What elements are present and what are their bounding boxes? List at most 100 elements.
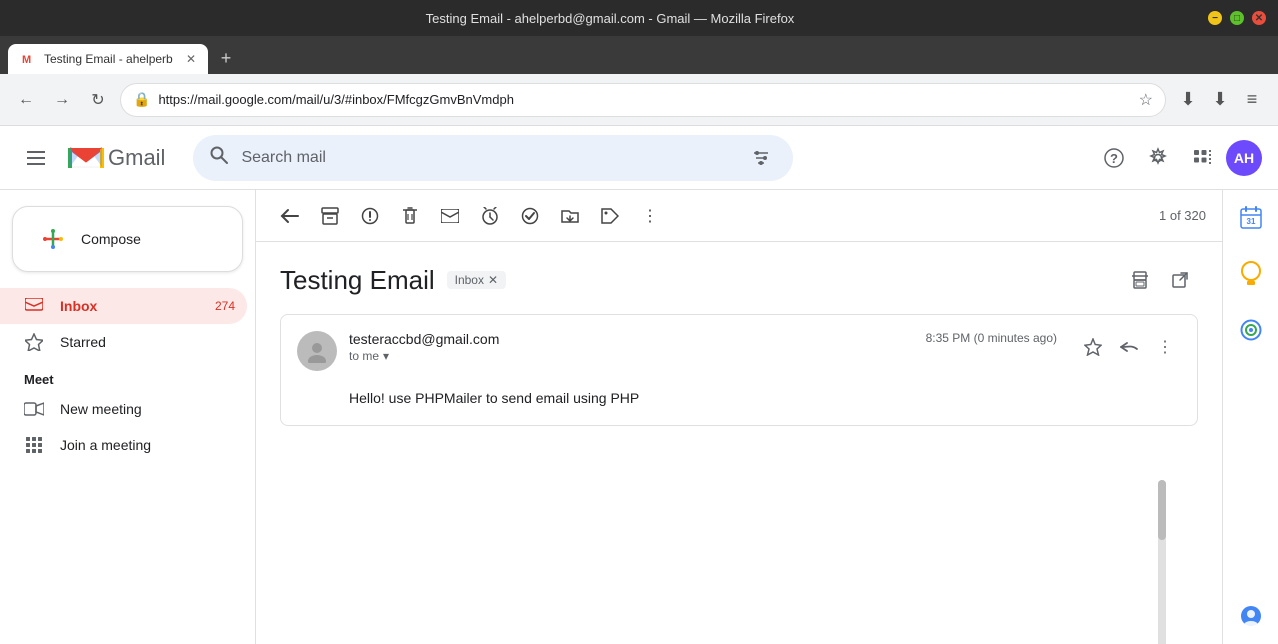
browser-tabbar: M Testing Email - ahelperb ✕ + <box>0 36 1278 74</box>
sidebar-item-starred[interactable]: Starred <box>0 324 247 360</box>
gmail-search-bar[interactable]: Search mail <box>193 135 793 181</box>
sender-info: testeraccbd@gmail.com to me ▾ <box>349 331 914 363</box>
menu-icon[interactable]: ≡ <box>1238 86 1266 114</box>
pocket-icon[interactable]: ⬇ <box>1174 86 1202 114</box>
to-expand-icon[interactable]: ▾ <box>383 349 389 363</box>
hamburger-menu-button[interactable] <box>16 138 56 178</box>
delete-button[interactable] <box>392 198 428 234</box>
google-contacts-button[interactable] <box>1231 596 1271 636</box>
close-button[interactable]: ✕ <box>1252 11 1266 25</box>
nav-right-buttons: ⬇ ⬇ ≡ <box>1174 86 1266 114</box>
email-body: Hello! use PHPMailer to send email using… <box>297 387 1181 409</box>
join-meeting-label: Join a meeting <box>60 437 151 453</box>
sidebar-item-inbox[interactable]: Inbox 274 <box>0 288 247 324</box>
tab-title: Testing Email - ahelperb <box>44 52 178 66</box>
svg-text:M: M <box>22 54 31 66</box>
more-email-options-button[interactable]: ⋮ <box>1149 331 1181 363</box>
starred-label: Starred <box>60 334 235 350</box>
sender-to: to me ▾ <box>349 349 914 363</box>
gmail-right-sidebar: 31 <box>1222 190 1278 644</box>
security-icon: 🔒 <box>133 91 150 108</box>
bookmark-icon[interactable]: ☆ <box>1139 90 1153 110</box>
join-meeting-icon <box>24 435 44 455</box>
email-scrollbar[interactable] <box>1158 480 1166 644</box>
apps-button[interactable] <box>1182 138 1222 178</box>
tab-favicon: M <box>20 51 36 67</box>
address-bar[interactable]: 🔒 https://mail.google.com/mail/u/3/#inbo… <box>120 83 1166 117</box>
google-keep-button[interactable] <box>1231 254 1271 294</box>
meet-section-label: Meet <box>0 360 255 391</box>
compose-button[interactable]: Compose <box>12 206 243 272</box>
inbox-tag: Inbox ✕ <box>447 271 506 289</box>
account-avatar[interactable]: AH <box>1226 140 1262 176</box>
sidebar-item-new-meeting[interactable]: New meeting <box>0 391 255 427</box>
browser-title: Testing Email - ahelperbd@gmail.com - Gm… <box>12 11 1208 26</box>
sender-actions: ⋮ <box>1077 331 1181 363</box>
browser-titlebar: Testing Email - ahelperbd@gmail.com - Gm… <box>0 0 1278 36</box>
email-subject-row: Testing Email Inbox ✕ <box>280 262 1198 298</box>
google-calendar-button[interactable]: 31 <box>1231 198 1271 238</box>
sender-name: testeraccbd@gmail.com <box>349 331 914 347</box>
url-text: https://mail.google.com/mail/u/3/#inbox/… <box>158 92 1130 107</box>
email-subject: Testing Email <box>280 265 435 296</box>
gmail-header: Gmail Search mail <box>0 126 1278 190</box>
email-content: Testing Email Inbox ✕ <box>256 242 1222 644</box>
more-options-button[interactable]: ⋮ <box>632 198 668 234</box>
svg-text:31: 31 <box>1246 217 1255 226</box>
downloads-icon[interactable]: ⬇ <box>1206 86 1234 114</box>
email-toolbar: ⋮ 1 of 320 <box>256 190 1222 242</box>
starred-icon <box>24 332 44 352</box>
search-icon <box>209 145 229 170</box>
browser-navbar: ← → ↻ 🔒 https://mail.google.com/mail/u/3… <box>0 74 1278 126</box>
spam-button[interactable] <box>352 198 388 234</box>
search-filter-button[interactable] <box>745 142 777 174</box>
maximize-button[interactable]: □ <box>1230 11 1244 25</box>
active-tab[interactable]: M Testing Email - ahelperb ✕ <box>8 44 208 74</box>
reload-button[interactable]: ↻ <box>84 86 112 114</box>
back-button[interactable]: ← <box>12 86 40 114</box>
mark-done-button[interactable] <box>512 198 548 234</box>
gmail-logo: Gmail <box>68 144 165 172</box>
compose-label: Compose <box>81 231 141 247</box>
inbox-label: Inbox <box>60 298 199 314</box>
tab-close-button[interactable]: ✕ <box>186 52 196 66</box>
inbox-tag-close-button[interactable]: ✕ <box>488 273 498 287</box>
sender-avatar <box>297 331 337 371</box>
gmail-sidebar: Compose Inbox 274 Starred <box>0 190 256 644</box>
snooze-button[interactable] <box>472 198 508 234</box>
gmail-main: ⋮ 1 of 320 Testing Email Inbox ✕ <box>256 190 1222 644</box>
browser-controls: − □ ✕ <box>1208 11 1266 25</box>
sidebar-item-join-meeting[interactable]: Join a meeting <box>0 427 255 463</box>
compose-plus-icon <box>37 223 69 255</box>
open-in-new-window-button[interactable] <box>1162 262 1198 298</box>
header-right-buttons: ? AH <box>1094 138 1262 178</box>
gmail-logo-text: Gmail <box>108 145 165 171</box>
new-meeting-label: New meeting <box>60 401 142 417</box>
settings-button[interactable] <box>1138 138 1178 178</box>
email-sender-row: testeraccbd@gmail.com to me ▾ 8:35 PM (0… <box>297 331 1181 371</box>
back-to-inbox-button[interactable] <box>272 198 308 234</box>
new-meeting-icon <box>24 399 44 419</box>
minimize-button[interactable]: − <box>1208 11 1222 25</box>
archive-button[interactable] <box>312 198 348 234</box>
google-tasks-button[interactable] <box>1231 310 1271 350</box>
reply-button[interactable] <box>1113 331 1145 363</box>
email-count: 1 of 320 <box>1159 208 1206 223</box>
forward-button[interactable]: → <box>48 86 76 114</box>
scrollbar-thumb[interactable] <box>1158 480 1166 540</box>
print-button[interactable] <box>1122 262 1158 298</box>
inbox-tag-label: Inbox <box>455 273 484 287</box>
gmail-app: Gmail Search mail <box>0 126 1278 644</box>
star-email-button[interactable] <box>1077 331 1109 363</box>
label-button[interactable] <box>592 198 628 234</box>
search-input[interactable]: Search mail <box>241 149 733 167</box>
new-tab-button[interactable]: + <box>212 44 240 72</box>
move-to-button[interactable] <box>552 198 588 234</box>
gmail-body: Compose Inbox 274 Starred <box>0 190 1278 644</box>
mark-unread-button[interactable] <box>432 198 468 234</box>
inbox-icon <box>24 296 44 316</box>
to-me-label: to me <box>349 349 379 363</box>
email-time: 8:35 PM (0 minutes ago) <box>926 331 1057 345</box>
help-button[interactable]: ? <box>1094 138 1134 178</box>
email-message: testeraccbd@gmail.com to me ▾ 8:35 PM (0… <box>280 314 1198 426</box>
